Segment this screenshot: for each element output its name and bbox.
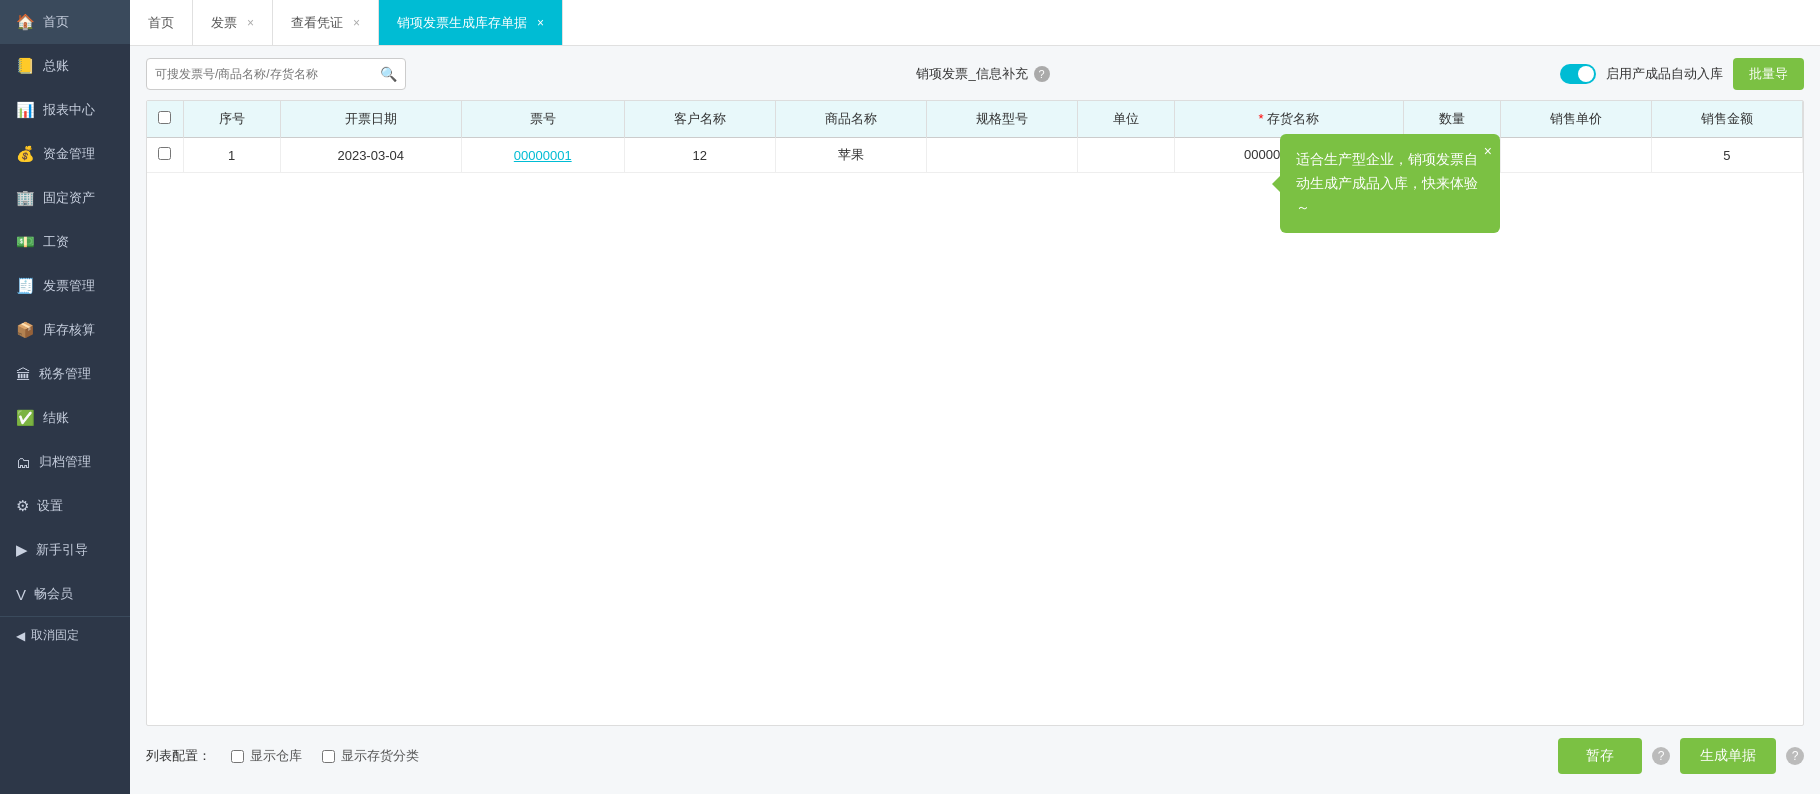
tab-stock[interactable]: 销项发票生成库存单据 × bbox=[379, 0, 563, 45]
col-inventory: * 存货名称 bbox=[1174, 101, 1403, 138]
col-ticket-no: 票号 bbox=[461, 101, 624, 138]
tab-bar: 首页 发票 × 查看凭证 × 销项发票生成库存单据 × bbox=[130, 0, 1820, 46]
guide-icon: ▶ bbox=[16, 541, 28, 559]
sidebar-item-fixed-assets[interactable]: 🏢 固定资产 bbox=[0, 176, 130, 220]
row-seq: 1 bbox=[183, 138, 280, 173]
col-unit-price: 销售单价 bbox=[1500, 101, 1651, 138]
col-qty: 数量 bbox=[1403, 101, 1500, 138]
tab-home[interactable]: 首页 bbox=[130, 0, 193, 45]
search-box[interactable]: 🔍 bbox=[146, 58, 406, 90]
sidebar-item-report-center[interactable]: 📊 报表中心 bbox=[0, 88, 130, 132]
assets-icon: 🏢 bbox=[16, 189, 35, 207]
row-date: 2023-03-04 bbox=[280, 138, 461, 173]
generate-button[interactable]: 生成单据 bbox=[1680, 738, 1776, 774]
table-container: 序号 开票日期 票号 客户名称 商品名称 规格型号 单位 * 存货名称 数量 销… bbox=[146, 100, 1804, 726]
tab-invoice-close[interactable]: × bbox=[247, 16, 254, 30]
save-help-icon[interactable]: ? bbox=[1652, 747, 1670, 765]
settings-icon: ⚙ bbox=[16, 497, 29, 515]
info-section: 销项发票_信息补充 ? bbox=[916, 65, 1049, 83]
ledger-icon: 📒 bbox=[16, 57, 35, 75]
sidebar-item-payroll[interactable]: 💵 工资 bbox=[0, 220, 130, 264]
sidebar-item-invoice-management[interactable]: 🧾 发票管理 bbox=[0, 264, 130, 308]
content-area: 🔍 销项发票_信息补充 ? 启用产成品自动入库 批量导 bbox=[130, 46, 1820, 794]
sidebar-item-guide[interactable]: ▶ 新手引导 bbox=[0, 528, 130, 572]
col-seq: 序号 bbox=[183, 101, 280, 138]
main-area: 首页 发票 × 查看凭证 × 销项发票生成库存单据 × 🔍 销项发票_信息补充 … bbox=[130, 0, 1820, 794]
sidebar-item-inventory[interactable]: 📦 库存核算 bbox=[0, 308, 130, 352]
sidebar-item-vip[interactable]: V 畅会员 bbox=[0, 572, 130, 616]
col-spec: 规格型号 bbox=[926, 101, 1077, 138]
unfix-icon: ◀ bbox=[16, 629, 25, 643]
sidebar-item-fund-management[interactable]: 💰 资金管理 bbox=[0, 132, 130, 176]
select-all-checkbox[interactable] bbox=[158, 111, 171, 124]
tab-invoice[interactable]: 发票 × bbox=[193, 0, 273, 45]
tooltip-box: × 适合生产型企业，销项发票自动生成产成品入库，快来体验～ bbox=[1280, 134, 1500, 233]
row-customer: 12 bbox=[624, 138, 775, 173]
col-customer: 客户名称 bbox=[624, 101, 775, 138]
col-unit: 单位 bbox=[1077, 101, 1174, 138]
checkout-icon: ✅ bbox=[16, 409, 35, 427]
content-topbar: 🔍 销项发票_信息补充 ? 启用产成品自动入库 批量导 bbox=[146, 58, 1804, 90]
tax-icon: 🏛 bbox=[16, 366, 31, 383]
row-ticket-no: 00000001 bbox=[461, 138, 624, 173]
sidebar-item-home[interactable]: 🏠 首页 bbox=[0, 0, 130, 44]
info-help-icon[interactable]: ? bbox=[1034, 66, 1050, 82]
save-button[interactable]: 暂存 bbox=[1558, 738, 1642, 774]
data-table: 序号 开票日期 票号 客户名称 商品名称 规格型号 单位 * 存货名称 数量 销… bbox=[147, 101, 1803, 173]
show-warehouse-group: 显示仓库 bbox=[231, 747, 302, 765]
sidebar-item-settings[interactable]: ⚙ 设置 bbox=[0, 484, 130, 528]
col-checkbox bbox=[147, 101, 183, 138]
show-category-checkbox[interactable] bbox=[322, 750, 335, 763]
table-row: 1 2023-03-04 00000001 12 苹果 000001 苹果 个 … bbox=[147, 138, 1803, 173]
sidebar-item-general-ledger[interactable]: 📒 总账 bbox=[0, 44, 130, 88]
search-input[interactable] bbox=[155, 67, 380, 81]
tooltip-close-button[interactable]: × bbox=[1484, 140, 1492, 164]
report-icon: 📊 bbox=[16, 101, 35, 119]
row-checkbox[interactable] bbox=[158, 147, 171, 160]
sidebar-unfix-button[interactable]: ◀ 取消固定 bbox=[0, 616, 130, 654]
bottom-bar: 列表配置： 显示仓库 显示存货分类 暂存 ? 生成单据 ? bbox=[146, 726, 1804, 782]
sidebar-item-archive[interactable]: 🗂 归档管理 bbox=[0, 440, 130, 484]
vip-icon: V bbox=[16, 586, 26, 603]
col-date: 开票日期 bbox=[280, 101, 461, 138]
row-amount: 5 bbox=[1651, 138, 1802, 173]
fund-icon: 💰 bbox=[16, 145, 35, 163]
invoice-icon: 🧾 bbox=[16, 277, 35, 295]
sidebar-item-checkout[interactable]: ✅ 结账 bbox=[0, 396, 130, 440]
col-amount: 销售金额 bbox=[1651, 101, 1802, 138]
auto-warehouse-toggle[interactable] bbox=[1560, 64, 1596, 84]
right-controls: 启用产成品自动入库 批量导 bbox=[1560, 58, 1804, 90]
sidebar: 🏠 首页 📒 总账 📊 报表中心 💰 资金管理 🏢 固定资产 💵 工资 🧾 发票… bbox=[0, 0, 130, 794]
home-icon: 🏠 bbox=[16, 13, 35, 31]
search-icon[interactable]: 🔍 bbox=[380, 66, 397, 82]
tab-voucher-close[interactable]: × bbox=[353, 16, 360, 30]
ticket-link[interactable]: 00000001 bbox=[514, 148, 572, 163]
row-product: 苹果 bbox=[775, 138, 926, 173]
payroll-icon: 💵 bbox=[16, 233, 35, 251]
inventory-icon: 📦 bbox=[16, 321, 35, 339]
tab-voucher[interactable]: 查看凭证 × bbox=[273, 0, 379, 45]
col-product: 商品名称 bbox=[775, 101, 926, 138]
show-category-group: 显示存货分类 bbox=[322, 747, 419, 765]
archive-icon: 🗂 bbox=[16, 454, 31, 471]
row-unit bbox=[1077, 138, 1174, 173]
batch-button[interactable]: 批量导 bbox=[1733, 58, 1804, 90]
tab-stock-close[interactable]: × bbox=[537, 16, 544, 30]
row-checkbox-cell bbox=[147, 138, 183, 173]
sidebar-item-tax-management[interactable]: 🏛 税务管理 bbox=[0, 352, 130, 396]
row-spec bbox=[926, 138, 1077, 173]
bottom-actions: 暂存 ? 生成单据 ? bbox=[1558, 738, 1804, 774]
show-warehouse-checkbox[interactable] bbox=[231, 750, 244, 763]
row-unit-price bbox=[1500, 138, 1651, 173]
generate-help-icon[interactable]: ? bbox=[1786, 747, 1804, 765]
